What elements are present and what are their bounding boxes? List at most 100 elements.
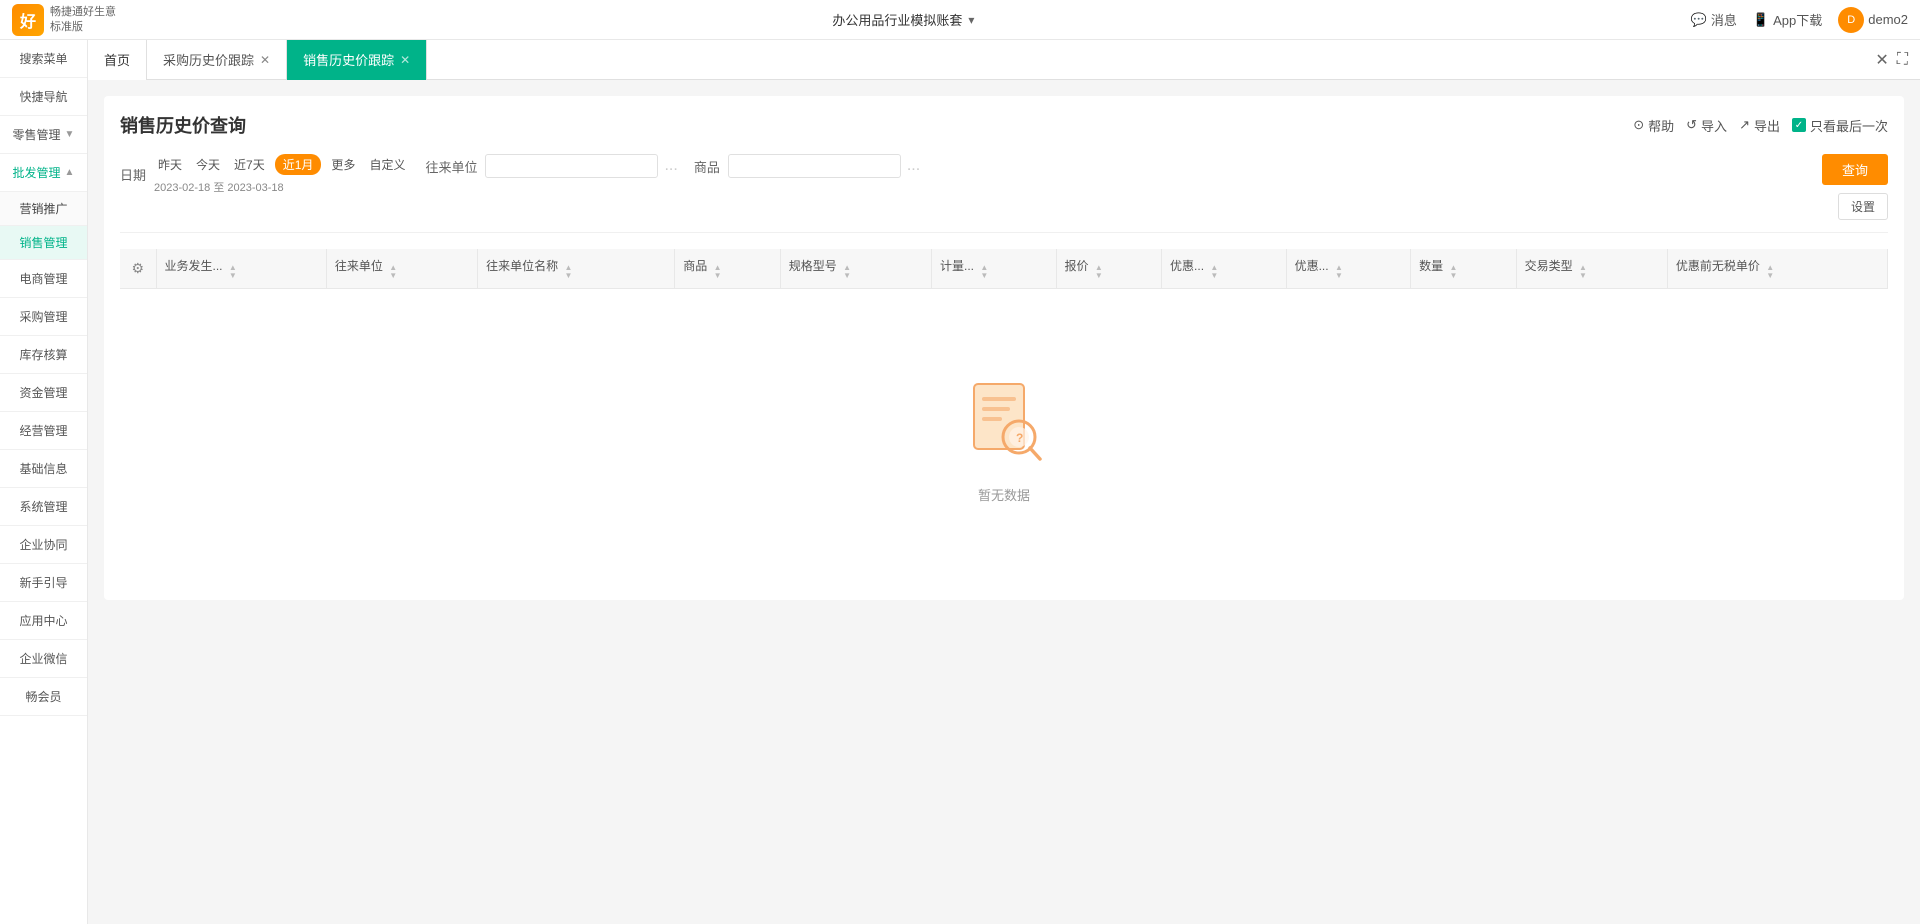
close-all-tabs-btn[interactable]: ✕	[1875, 50, 1888, 70]
close-icon[interactable]: ✕	[260, 53, 270, 67]
chevron-down-icon: ▼	[65, 129, 75, 140]
page-card: 销售历史价查询 ⊙ 帮助 ↺ 导入 ↗ 导出	[104, 96, 1904, 600]
date-opt-more[interactable]: 更多	[327, 154, 359, 175]
sort-down-icon: ▼	[1579, 272, 1587, 280]
col-partner-name: 往来单位名称 ▲ ▼	[478, 249, 675, 289]
date-opt-today[interactable]: 今天	[192, 154, 224, 175]
tab-home[interactable]: 首页	[88, 40, 147, 80]
sidebar-item-inventory[interactable]: 库存核算	[0, 336, 87, 374]
close-icon[interactable]: ✕	[400, 53, 410, 67]
sidebar: 搜索菜单 快捷导航 零售管理 ▼ 批发管理 ▲ 营销推广 销售管理	[0, 40, 88, 924]
sort-arrows[interactable]: ▲ ▼	[714, 264, 722, 280]
sidebar-item-sales-mgmt[interactable]: 销售管理	[0, 226, 87, 260]
sidebar-item-app-center[interactable]: 应用中心	[0, 602, 87, 640]
tab-home-label: 首页	[104, 50, 130, 69]
top-bar: 好 畅捷通好生意 标准版 办公用品行业模拟账套 ▾ 💬 消息 📱 App下载 D…	[0, 0, 1920, 40]
app-download-btn[interactable]: 📱 App下载	[1753, 10, 1822, 29]
app-selector-area: 办公用品行业模拟账套 ▾	[832, 10, 974, 29]
sort-arrows[interactable]: ▲ ▼	[229, 264, 237, 280]
top-bar-right: 💬 消息 📱 App下载 D demo2	[1691, 7, 1908, 33]
export-btn[interactable]: ↗ 导出	[1739, 116, 1780, 135]
sort-arrows[interactable]: ▲ ▼	[843, 264, 851, 280]
col-pretax-price: 优惠前无税单价 ▲ ▼	[1667, 249, 1887, 289]
page-title: 销售历史价查询	[120, 112, 246, 138]
import-btn[interactable]: ↺ 导入	[1686, 116, 1727, 135]
goods-ellipsis: ...	[907, 157, 920, 175]
table-header-row: ⚙ 业务发生... ▲ ▼ 往来单位	[120, 249, 1888, 289]
sidebar-item-ops-mgmt[interactable]: 经营管理	[0, 412, 87, 450]
message-icon: 💬	[1691, 12, 1707, 28]
tab-bar: 首页 采购历史价跟踪 ✕ 销售历史价跟踪 ✕ ✕ ⛶	[88, 40, 1920, 80]
message-btn[interactable]: 💬 消息	[1691, 10, 1737, 29]
date-filter-group: 日期 昨天 今天 近7天 近1月 更多 自定义 2023-02-18 至 202…	[120, 154, 409, 195]
col-unit: 计量... ▲ ▼	[931, 249, 1056, 289]
maximize-btn[interactable]: ⛶	[1897, 51, 1908, 69]
help-btn[interactable]: ⊙ 帮助	[1633, 116, 1674, 135]
logo-text: 畅捷通好生意 标准版	[50, 5, 116, 34]
sort-arrows[interactable]: ▲ ▼	[1450, 264, 1458, 280]
date-opt-7days[interactable]: 近7天	[230, 154, 269, 175]
export-icon: ↗	[1739, 117, 1750, 133]
phone-icon: 📱	[1753, 12, 1769, 28]
svg-text:?: ?	[1016, 431, 1023, 445]
sidebar-item-retail-mgmt[interactable]: 零售管理 ▼	[0, 116, 87, 154]
sidebar-item-vip-member[interactable]: 畅会员	[0, 678, 87, 716]
gear-icon[interactable]: ⚙	[131, 260, 144, 276]
tab-bar-actions: ✕ ⛶	[1875, 50, 1920, 70]
partner-ellipsis: ...	[664, 157, 677, 175]
sidebar-item-finance-mgmt[interactable]: 资金管理	[0, 374, 87, 412]
table-container: ⚙ 业务发生... ▲ ▼ 往来单位	[120, 249, 1888, 289]
partner-input-group: ...	[485, 154, 677, 178]
empty-state-text: 暂无数据	[978, 485, 1030, 504]
sort-arrows[interactable]: ▲ ▼	[980, 264, 988, 280]
sort-arrows[interactable]: ▲ ▼	[1579, 264, 1587, 280]
user-name: demo2	[1868, 12, 1908, 27]
sort-down-icon: ▼	[714, 272, 722, 280]
date-range-display: 2023-02-18 至 2023-03-18	[154, 179, 409, 195]
date-opt-1month[interactable]: 近1月	[275, 154, 322, 175]
sidebar-item-wholesale-mgmt[interactable]: 批发管理 ▲	[0, 154, 87, 192]
sort-arrows[interactable]: ▲ ▼	[1335, 264, 1343, 280]
sidebar-item-corp-wechat[interactable]: 企业微信	[0, 640, 87, 678]
avatar: D	[1838, 7, 1864, 33]
col-partner-code: 往来单位 ▲ ▼	[326, 249, 477, 289]
tab-sales-history-label: 销售历史价跟踪	[303, 50, 394, 69]
partner-input[interactable]	[485, 154, 658, 178]
col-biz-date: 业务发生... ▲ ▼	[156, 249, 326, 289]
sort-arrows[interactable]: ▲ ▼	[389, 264, 397, 280]
only-last-checkbox[interactable]: ✓ 只看最后一次	[1792, 116, 1888, 135]
sort-arrows[interactable]: ▲ ▼	[565, 264, 573, 280]
main-layout: 搜索菜单 快捷导航 零售管理 ▼ 批发管理 ▲ 营销推广 销售管理	[0, 40, 1920, 924]
sort-down-icon: ▼	[389, 272, 397, 280]
sort-arrows[interactable]: ▲ ▼	[1095, 264, 1103, 280]
top-bar-left: 好 畅捷通好生意 标准版	[12, 4, 116, 36]
sidebar-item-base-info[interactable]: 基础信息	[0, 450, 87, 488]
filter-right-actions: 查询 设置	[1822, 154, 1888, 220]
sidebar-item-ecom-mgmt[interactable]: 电商管理	[0, 260, 87, 298]
query-button[interactable]: 查询	[1822, 154, 1888, 185]
sidebar-item-search-menu[interactable]: 搜索菜单	[0, 40, 87, 78]
sort-down-icon: ▼	[1766, 272, 1774, 280]
date-opt-yesterday[interactable]: 昨天	[154, 154, 186, 175]
user-area[interactable]: D demo2	[1838, 7, 1908, 33]
sidebar-item-corp-collab[interactable]: 企业协同	[0, 526, 87, 564]
goods-input[interactable]	[728, 154, 901, 178]
date-opt-custom[interactable]: 自定义	[365, 154, 409, 175]
sort-arrows[interactable]: ▲ ▼	[1210, 264, 1218, 280]
content-area: 首页 采购历史价跟踪 ✕ 销售历史价跟踪 ✕ ✕ ⛶ 销售历史价查询	[88, 40, 1920, 924]
app-selector-dropdown[interactable]: ▾	[968, 13, 974, 27]
sidebar-item-marketing[interactable]: 营销推广	[0, 192, 87, 226]
import-icon: ↺	[1686, 117, 1697, 133]
sort-down-icon: ▼	[565, 272, 573, 280]
sidebar-item-new-guide[interactable]: 新手引导	[0, 564, 87, 602]
data-table: ⚙ 业务发生... ▲ ▼ 往来单位	[120, 249, 1888, 289]
date-label: 日期	[120, 165, 146, 184]
settings-button[interactable]: 设置	[1838, 193, 1888, 220]
tab-sales-history[interactable]: 销售历史价跟踪 ✕	[287, 40, 427, 80]
sidebar-item-purchase-mgmt[interactable]: 采购管理	[0, 298, 87, 336]
sidebar-item-quick-nav[interactable]: 快捷导航	[0, 78, 87, 116]
app-selector-label: 办公用品行业模拟账套	[832, 10, 962, 29]
sidebar-item-sys-mgmt[interactable]: 系统管理	[0, 488, 87, 526]
sort-arrows[interactable]: ▲ ▼	[1766, 264, 1774, 280]
tab-purchase-history[interactable]: 采购历史价跟踪 ✕	[147, 40, 287, 80]
